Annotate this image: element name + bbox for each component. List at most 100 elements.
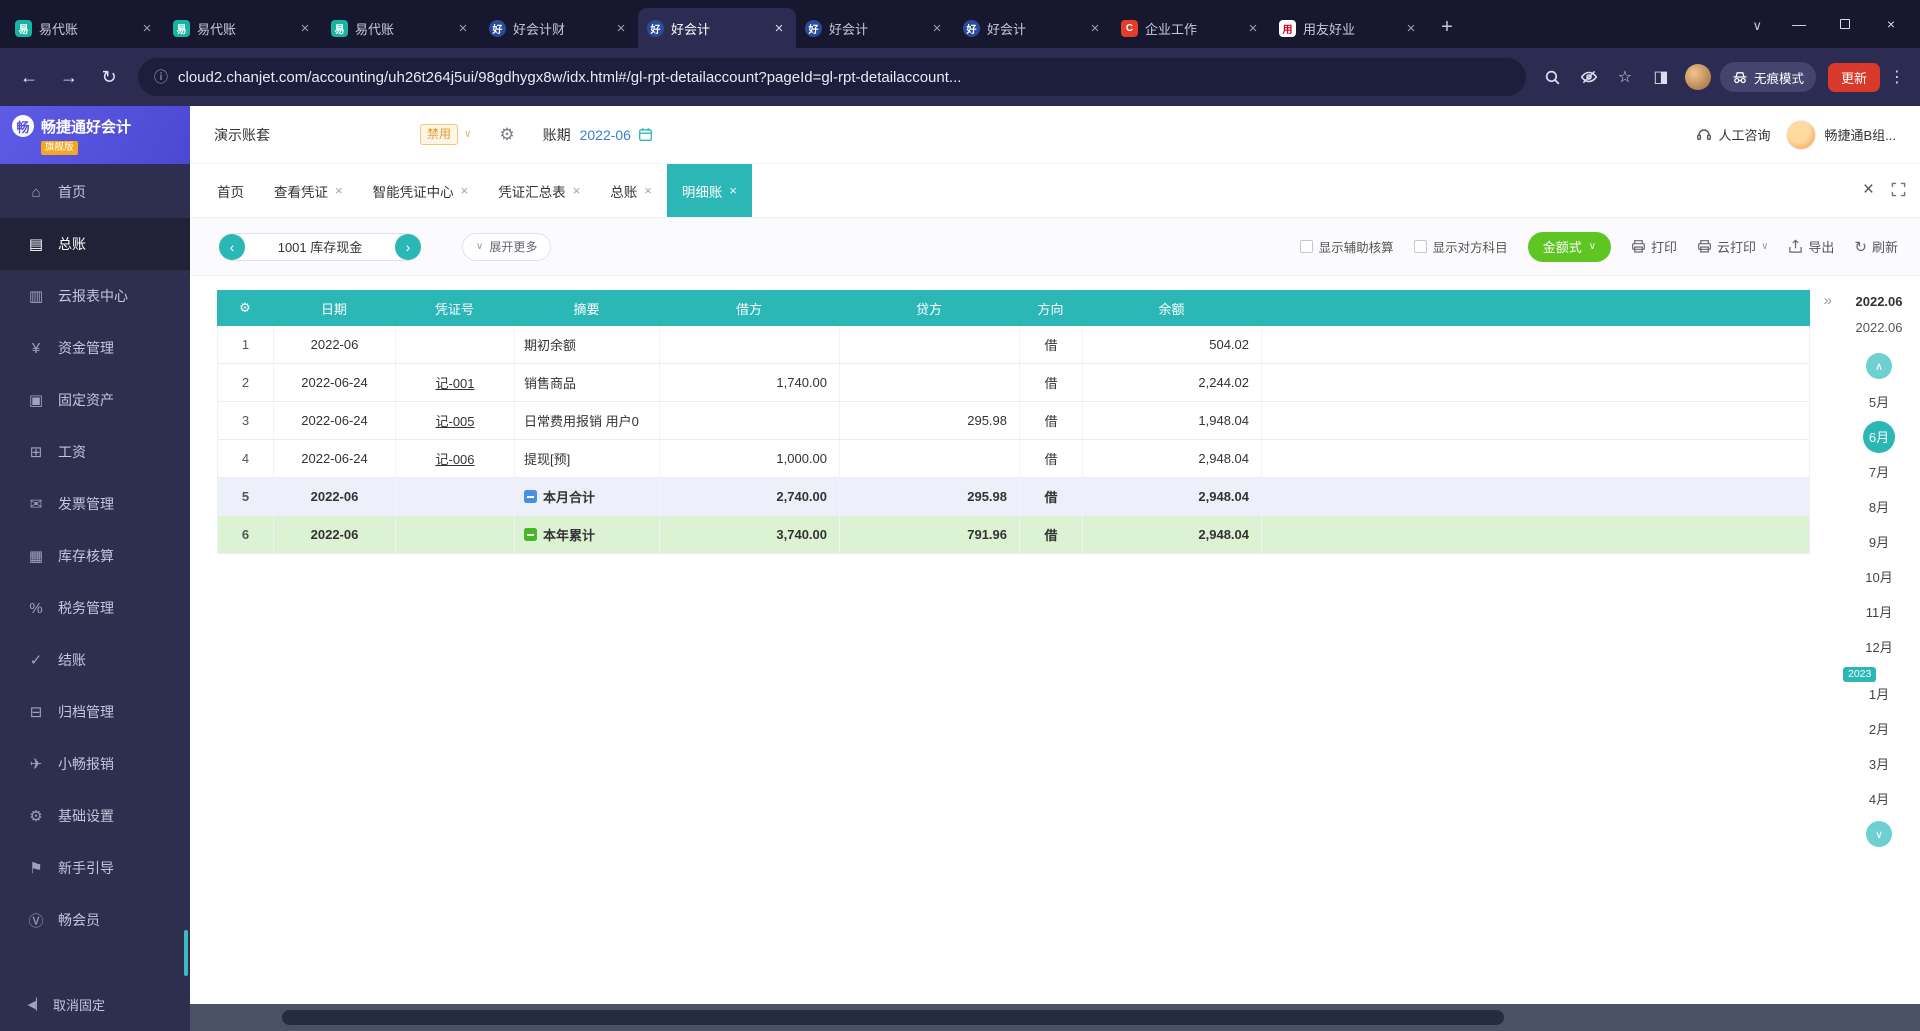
search-icon[interactable]	[1538, 62, 1568, 92]
refresh-button[interactable]: ↻ 刷新	[1854, 237, 1898, 256]
browser-profile-avatar[interactable]	[1684, 64, 1711, 90]
show-aux-checkbox[interactable]: 显示辅助核算	[1299, 237, 1394, 256]
sidebar-item-invoice[interactable]: ✉ 发票管理	[0, 478, 190, 530]
document-tab[interactable]: 明细账 ×	[666, 164, 752, 217]
tab-close-icon[interactable]: ×	[771, 20, 787, 37]
month-item[interactable]: 11月	[1863, 596, 1896, 628]
doc-tab-close-icon[interactable]: ×	[573, 183, 581, 198]
maximize-button[interactable]	[1822, 0, 1868, 48]
sidebar-item-reimburse[interactable]: ✈ 小畅报销	[0, 738, 190, 790]
fullscreen-icon[interactable]	[1891, 182, 1906, 197]
document-tab[interactable]: 总账 ×	[595, 164, 667, 217]
browser-tab[interactable]: 好好会计财 ×	[480, 8, 638, 48]
account-selector-value[interactable]: 1001 库存现金	[220, 232, 420, 261]
month-item[interactable]: 1月	[1863, 678, 1895, 710]
document-tab[interactable]: 智能凭证中心 ×	[358, 164, 484, 217]
checkbox-icon[interactable]	[1413, 240, 1427, 253]
print-button[interactable]: 打印	[1631, 237, 1677, 256]
account-set-chevron-icon[interactable]: ∨	[464, 129, 471, 140]
minimize-button[interactable]: —	[1776, 0, 1822, 48]
sidebar-item-funds[interactable]: ¥ 资金管理	[0, 322, 190, 374]
tab-close-icon[interactable]: ×	[1087, 20, 1103, 37]
cloud-print-button[interactable]: 云打印 ∨	[1697, 237, 1768, 256]
checkbox-icon[interactable]	[1299, 240, 1313, 253]
prev-account-button[interactable]: ‹	[219, 233, 245, 260]
month-item[interactable]: 3月	[1863, 748, 1895, 780]
browser-tab[interactable]: 好好会计 ×	[954, 8, 1112, 48]
month-item[interactable]: 2月	[1863, 713, 1895, 745]
doc-tab-close-icon[interactable]: ×	[729, 183, 737, 198]
period-panel-collapse-icon[interactable]: »	[1824, 292, 1832, 309]
browser-menu-icon[interactable]: ⋮	[1886, 67, 1908, 87]
bookmark-star-icon[interactable]: ☆	[1610, 62, 1640, 92]
sidebar-item-salary[interactable]: ⊞ 工资	[0, 426, 190, 478]
horizontal-scrollbar-thumb[interactable]	[282, 1010, 1504, 1025]
sidebar-item-guide[interactable]: ⚑ 新手引导	[0, 842, 190, 894]
voucher-link[interactable]: 记-006	[435, 449, 474, 468]
show-counter-checkbox[interactable]: 显示对方科目	[1413, 237, 1508, 256]
tab-search-chevron-icon[interactable]: ∨	[1752, 18, 1762, 34]
browser-tab[interactable]: 易易代账 ×	[164, 8, 322, 48]
tab-close-icon[interactable]: ×	[455, 20, 471, 37]
url-bar[interactable]: ⓘ cloud2.chanjet.com/accounting/uh26t264…	[138, 58, 1526, 96]
tab-close-icon[interactable]: ×	[139, 20, 155, 37]
new-tab-button[interactable]: +	[1432, 10, 1462, 44]
tab-close-icon[interactable]: ×	[1245, 20, 1261, 37]
browser-tab[interactable]: 好好会计 ×	[638, 8, 796, 48]
next-account-button[interactable]: ›	[395, 233, 421, 260]
unpin-button[interactable]: ◀▏ 取消固定	[0, 987, 190, 1021]
reload-icon[interactable]: ↻	[92, 60, 126, 94]
back-icon[interactable]: ←	[12, 60, 46, 94]
tab-close-icon[interactable]: ×	[613, 20, 629, 37]
document-tab[interactable]: 查看凭证 ×	[259, 164, 358, 217]
sidebar-item-settle[interactable]: ✓ 结账	[0, 634, 190, 686]
scroll-up-icon[interactable]: ∧	[1866, 353, 1892, 379]
account-set-selector[interactable]: 演示账套	[214, 125, 270, 145]
sidebar-item-ledger[interactable]: ▤ 总账	[0, 218, 190, 270]
period-value[interactable]: 2022-06	[580, 127, 631, 143]
horizontal-scrollbar[interactable]	[190, 1004, 1920, 1031]
sidebar-item-home[interactable]: ⌂ 首页	[0, 166, 190, 218]
site-info-icon[interactable]: ⓘ	[154, 67, 168, 87]
forward-icon[interactable]: →	[52, 60, 86, 94]
sidebar-item-report[interactable]: ▥ 云报表中心	[0, 270, 190, 322]
month-item[interactable]: 5月	[1863, 386, 1895, 418]
doc-tab-close-icon[interactable]: ×	[335, 183, 343, 198]
sidebar-item-member[interactable]: Ⓥ 畅会员	[0, 894, 190, 946]
user-avatar[interactable]	[1786, 119, 1817, 150]
document-tab[interactable]: 凭证汇总表 ×	[483, 164, 595, 217]
export-button[interactable]: 导出	[1788, 237, 1834, 256]
sidebar-item-settings[interactable]: ⚙ 基础设置	[0, 790, 190, 842]
amount-style-button[interactable]: 金额式 ∨	[1527, 231, 1612, 262]
month-item[interactable]: 12月	[1862, 631, 1895, 663]
url-text[interactable]: cloud2.chanjet.com/accounting/uh26t264j5…	[178, 69, 961, 86]
table-settings-gear-icon[interactable]: ⚙	[217, 300, 273, 316]
browser-tab[interactable]: 易易代账 ×	[322, 8, 480, 48]
month-item[interactable]: 6月	[1863, 420, 1895, 453]
side-panel-icon[interactable]: ◨	[1646, 62, 1676, 92]
sidebar-item-archive[interactable]: ⊟ 归档管理	[0, 686, 190, 738]
browser-tab[interactable]: 好好会计 ×	[796, 8, 954, 48]
browser-tab[interactable]: C 企业工作 ×	[1112, 8, 1270, 48]
tab-close-icon[interactable]: ×	[297, 20, 313, 37]
document-tab[interactable]: 首页	[202, 164, 259, 217]
tab-close-icon[interactable]: ×	[1403, 20, 1419, 37]
tab-close-icon[interactable]: ×	[929, 20, 945, 37]
update-button[interactable]: 更新	[1827, 62, 1880, 92]
settings-gear-icon[interactable]: ⚙	[499, 125, 514, 145]
month-item[interactable]: 4月	[1863, 783, 1895, 815]
sidebar-scrollbar-thumb[interactable]	[184, 930, 188, 976]
browser-tab[interactable]: 用用友好业 ×	[1270, 8, 1428, 48]
period-panel-selected[interactable]: 2022.06	[1856, 314, 1903, 340]
user-name[interactable]: 畅捷通B组...	[1824, 125, 1896, 144]
month-item[interactable]: 10月	[1862, 561, 1895, 593]
close-window-button[interactable]: ×	[1868, 0, 1914, 48]
sidebar-item-asset[interactable]: ▣ 固定资产	[0, 374, 190, 426]
close-all-tabs-icon[interactable]: ×	[1863, 179, 1874, 201]
calendar-icon[interactable]	[638, 127, 653, 142]
browser-tab[interactable]: 易易代账 ×	[6, 8, 164, 48]
consult-button[interactable]: 人工咨询	[1696, 125, 1770, 144]
scroll-down-icon[interactable]: ∨	[1866, 821, 1892, 847]
month-item[interactable]: 9月	[1863, 526, 1895, 558]
doc-tab-close-icon[interactable]: ×	[461, 183, 469, 198]
